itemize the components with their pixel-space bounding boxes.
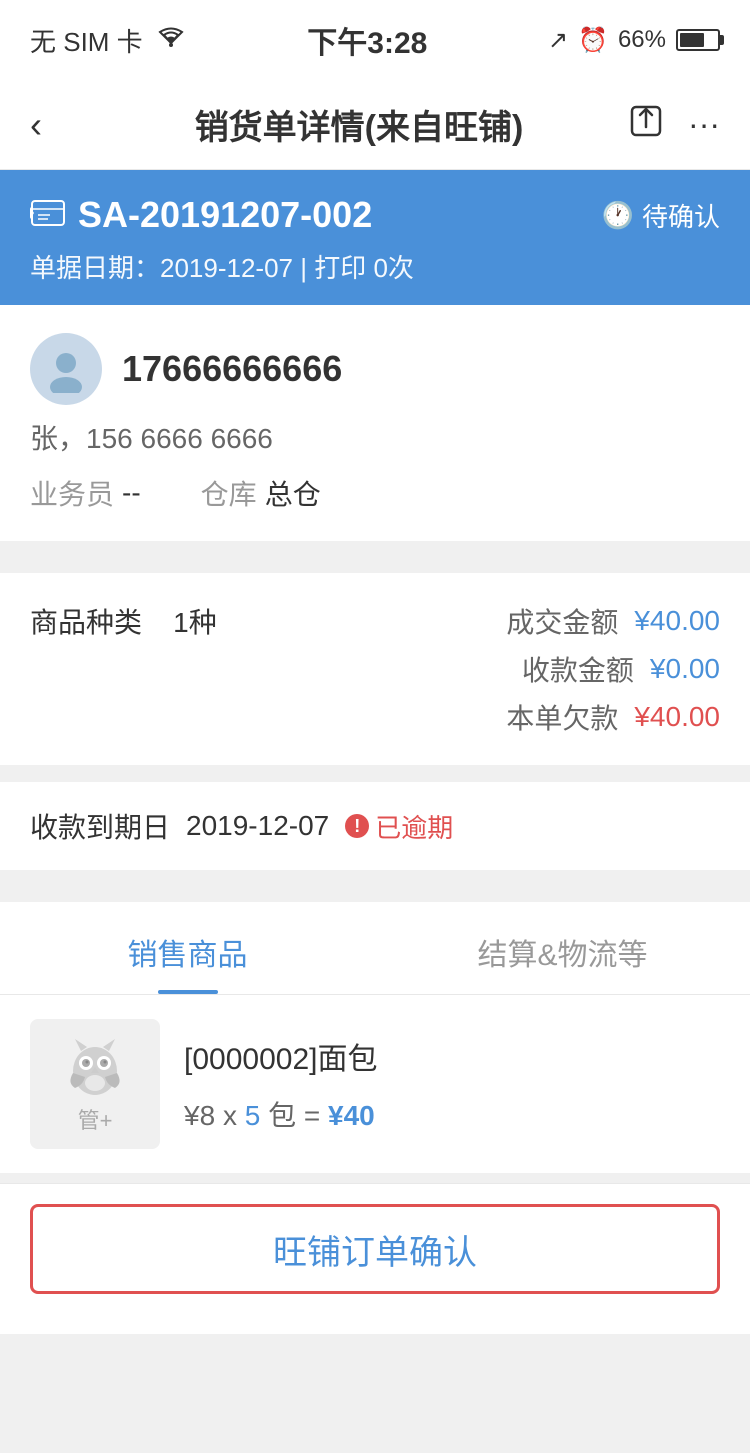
goods-type-value: 1种	[173, 607, 217, 638]
warehouse-label: 仓库	[201, 473, 257, 513]
summary-left: 商品种类 1种	[30, 601, 217, 641]
price-value: ¥8	[184, 1100, 215, 1131]
customer-name: 张，156 6666 6666	[30, 417, 720, 457]
order-date-value: 2019-12-07	[160, 253, 293, 283]
product-name: [0000002]面包	[184, 1034, 720, 1078]
product-logo-plus: 管+	[78, 1103, 113, 1135]
order-date-row: 单据日期：2019-12-07 | 打印 0次	[30, 248, 720, 285]
received-row: 收款金额 ¥0.00	[522, 649, 720, 689]
sales-label: 业务员	[30, 473, 114, 513]
wifi-icon	[155, 25, 187, 56]
warehouse-value: 总仓	[265, 473, 321, 513]
back-button[interactable]: ‹	[30, 104, 90, 146]
date-label: 单据日期：	[30, 253, 160, 283]
bottom-bar: 旺铺订单确认	[0, 1183, 750, 1334]
status-carrier: 无 SIM 卡	[30, 22, 187, 59]
nav-bar: ‹ 销货单详情(来自旺铺) ···	[0, 80, 750, 170]
share-button[interactable]	[628, 103, 664, 147]
overdue-icon: !	[345, 814, 369, 838]
alarm-icon: ⏰	[578, 26, 608, 55]
sales-value: --	[122, 477, 141, 509]
status-time: 下午3:28	[307, 18, 427, 62]
product-price: ¥8 x 5 包 = ¥40	[184, 1094, 720, 1134]
price-qty: 5	[245, 1100, 261, 1131]
due-date-value: 2019-12-07	[186, 810, 329, 842]
customer-meta: 业务员 -- 仓库 总仓	[30, 473, 720, 513]
order-id-row: SA-20191207-002 🕐 待确认	[30, 194, 720, 236]
tabs-row: 销售商品 结算&物流等	[0, 902, 750, 995]
price-equals: =	[304, 1100, 328, 1131]
summary-grid: 商品种类 1种 成交金额 ¥40.00 收款金额 ¥0.00 本单欠款 ¥40.…	[30, 601, 720, 737]
customer-phone: 17666666666	[122, 348, 342, 390]
price-total: ¥40	[328, 1100, 375, 1131]
nav-actions: ···	[628, 103, 720, 147]
overdue-badge: ! 已逾期	[345, 808, 453, 845]
print-count: 0	[373, 253, 387, 283]
price-multiply: x	[223, 1100, 245, 1131]
avatar	[30, 333, 102, 405]
order-header: SA-20191207-002 🕐 待确认 单据日期：2019-12-07 | …	[0, 170, 750, 305]
warehouse-meta: 仓库 总仓	[201, 473, 321, 513]
order-id: SA-20191207-002	[30, 194, 372, 236]
carrier-text: 无 SIM 卡	[30, 22, 143, 59]
print-unit: 次	[388, 253, 414, 283]
confirm-order-button[interactable]: 旺铺订单确认	[30, 1204, 720, 1294]
customer-section: 17666666666 张，156 6666 6666 业务员 -- 仓库 总仓	[0, 305, 750, 541]
summary-section: 商品种类 1种 成交金额 ¥40.00 收款金额 ¥0.00 本单欠款 ¥40.…	[0, 573, 750, 765]
order-status-text: 待确认	[642, 197, 720, 234]
owed-row: 本单欠款 ¥40.00	[506, 697, 720, 737]
amount-row: 成交金额 ¥40.00	[506, 601, 720, 641]
order-id-text: SA-20191207-002	[78, 194, 372, 236]
product-info: [0000002]面包 ¥8 x 5 包 = ¥40	[184, 1034, 720, 1134]
product-section: 管+ [0000002]面包 ¥8 x 5 包 = ¥40	[0, 995, 750, 1173]
order-id-icon	[30, 194, 66, 236]
tabs-section: 销售商品 结算&物流等	[0, 902, 750, 1173]
product-code: [0000002]	[184, 1043, 317, 1076]
location-icon: ↗	[548, 26, 568, 55]
received-label: 收款金额	[522, 649, 634, 689]
due-date-section: 收款到期日 2019-12-07 ! 已逾期	[0, 781, 750, 870]
print-label: | 打印	[293, 253, 373, 283]
owed-value: ¥40.00	[634, 701, 720, 733]
tab-settlement-label: 结算&物流等	[477, 939, 647, 972]
received-value: ¥0.00	[650, 653, 720, 685]
sales-meta: 业务员 --	[30, 473, 141, 513]
status-clock-icon: 🕐	[602, 200, 634, 231]
divider-1	[0, 557, 750, 573]
product-thumbnail: 管+	[30, 1019, 160, 1149]
summary-right: 成交金额 ¥40.00 收款金额 ¥0.00 本单欠款 ¥40.00	[506, 601, 720, 737]
owed-label: 本单欠款	[506, 697, 618, 737]
battery-icon	[676, 29, 720, 51]
more-button[interactable]: ···	[688, 106, 720, 143]
status-right: ↗ ⏰ 66%	[548, 26, 720, 55]
product-title: 面包	[317, 1043, 377, 1076]
amount-label: 成交金额	[506, 601, 618, 641]
product-item: 管+ [0000002]面包 ¥8 x 5 包 = ¥40	[30, 1019, 720, 1149]
goods-type-row: 商品种类 1种	[30, 601, 217, 641]
customer-row: 17666666666	[30, 333, 720, 405]
overdue-text: 已逾期	[375, 808, 453, 845]
price-unit: 包	[268, 1100, 296, 1131]
amount-value: ¥40.00	[634, 605, 720, 637]
order-status: 🕐 待确认	[602, 197, 720, 234]
battery-text: 66%	[618, 26, 666, 54]
due-label: 收款到期日	[30, 806, 170, 846]
status-bar: 无 SIM 卡 下午3:28 ↗ ⏰ 66%	[0, 0, 750, 80]
goods-type-label: 商品种类	[30, 607, 142, 638]
product-thumb-inner: 管+	[30, 1019, 160, 1149]
tab-settlement[interactable]: 结算&物流等	[375, 902, 750, 994]
tab-sales-product-label: 销售商品	[128, 939, 248, 972]
page-title: 销货单详情(来自旺铺)	[195, 100, 524, 149]
divider-2	[0, 870, 750, 886]
tab-sales-product[interactable]: 销售商品	[0, 902, 375, 994]
